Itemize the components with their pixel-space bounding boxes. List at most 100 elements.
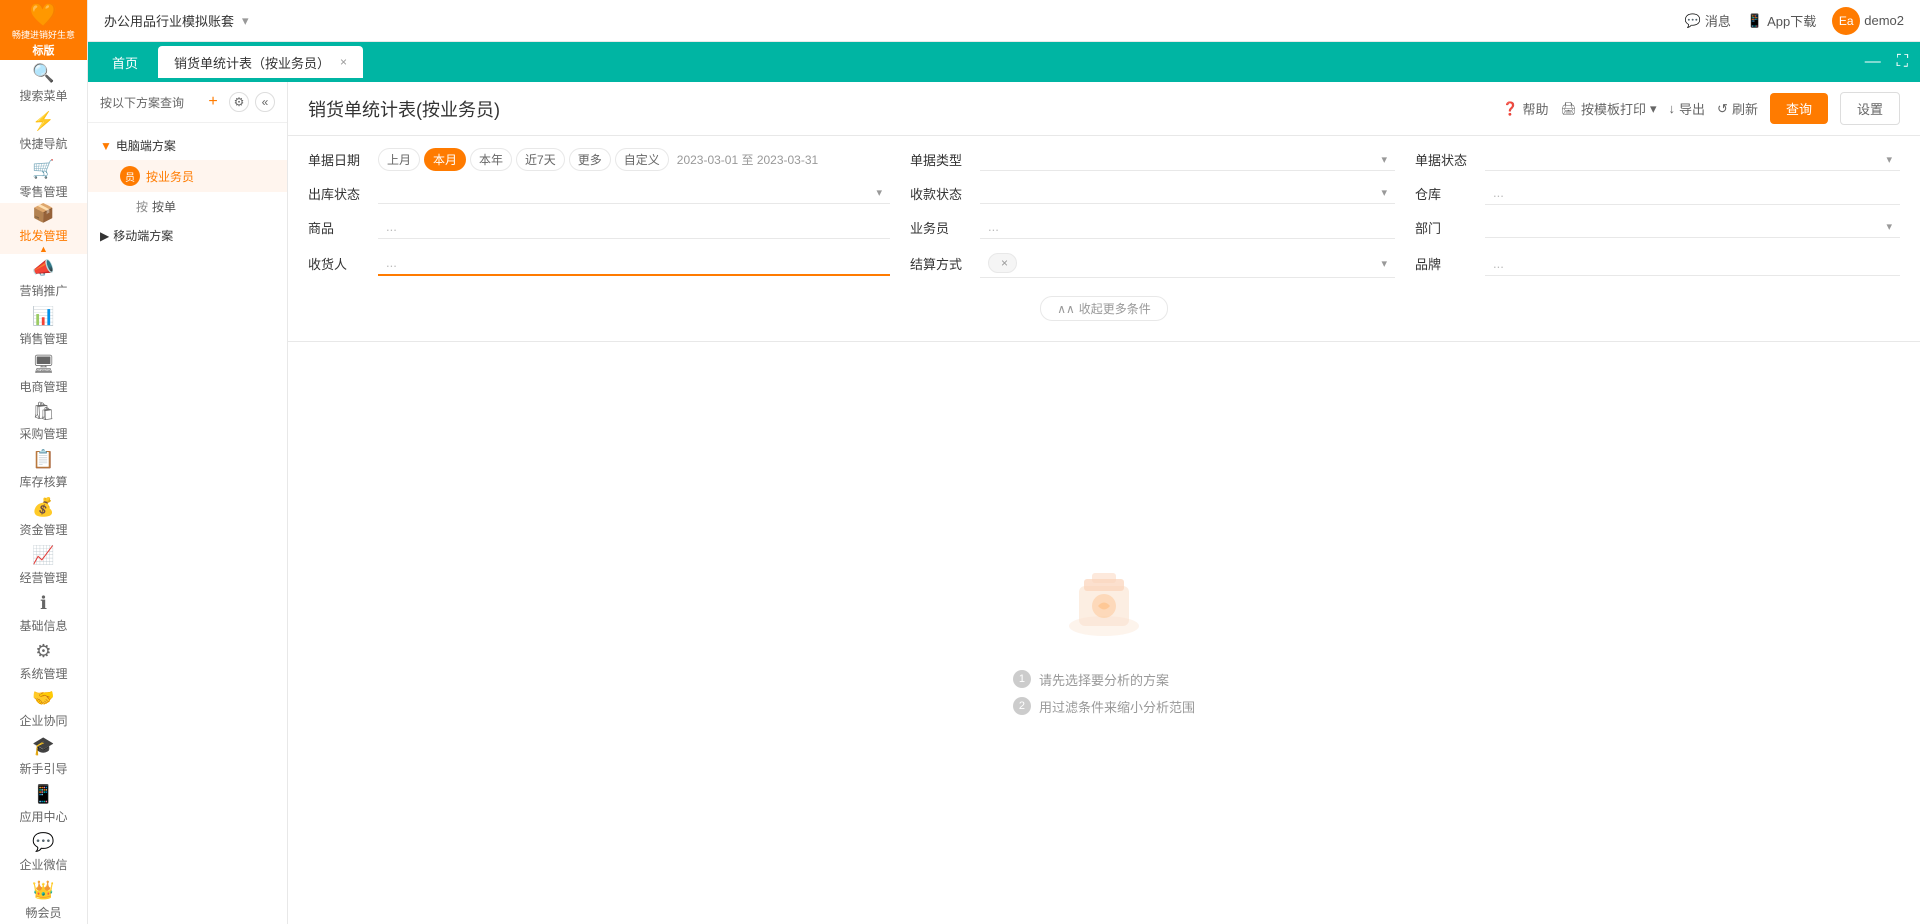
page-header: 销货单统计表(按业务员) ❓ 帮助 🖨 按模板打印 ▾ ↓ 导出 [288,82,1920,136]
refresh-btn[interactable]: ↺ 刷新 [1717,99,1758,118]
tree-item-by-salesperson[interactable]: 员 按业务员 [88,160,287,192]
help-btn[interactable]: ❓ 帮助 [1502,99,1548,118]
marketing-icon: 📣 [32,258,54,279]
message-label: 消息 [1705,11,1731,30]
pay-status-control[interactable]: ▾ [980,182,1395,204]
tab-minimize-btn[interactable]: — [1861,53,1885,71]
filter-row-3: 商品 ... 业务员 ... 部门 [308,215,1900,239]
tree-arrow-mobile: ▶ [100,229,109,243]
settlement-clear-icon[interactable]: × [1001,256,1008,270]
help-label: 帮助 [1522,99,1548,118]
tab-sales-stat[interactable]: 销货单统计表（按业务员） × [158,46,363,78]
username: demo2 [1864,13,1904,28]
date-filter-buttons: 上月 本月 本年 近7天 更多 自定义 2023-03-01 至 2023-03… [378,148,818,171]
filter-department: 部门 ▾ [1415,216,1900,238]
sidebar-item-enterprise[interactable]: 🤝 企业协同 [0,685,88,733]
sidebar-label-inventory: 库存核算 [19,473,67,490]
print-icon: 🖨 [1560,101,1577,117]
collapse-label: 收起更多条件 [1079,300,1151,317]
sidebar-item-basic-info[interactable]: ℹ 基础信息 [0,589,88,637]
collapse-btn[interactable]: ∧∧ 收起更多条件 [1040,296,1168,321]
sidebar-item-wecom[interactable]: 💬 企业微信 [0,828,88,876]
tree-item-by-order[interactable]: 按 按单 [88,192,287,221]
tree-group-mobile-text: 移动端方案 [113,227,173,244]
topbar: 办公用品行业模拟账套 ▾ 💬 消息 📱 App下载 Ea demo2 [88,0,1920,42]
collapse-bar: ∧∧ 收起更多条件 [308,288,1900,329]
basic-info-icon: ℹ [40,593,47,614]
query-btn[interactable]: 查询 [1770,93,1828,124]
member-icon: 👑 [32,880,54,901]
date-btn-this-month[interactable]: 本月 [424,148,466,171]
logo-text: 畅捷进销好生意 [12,30,75,42]
sidebar-item-ecommerce[interactable]: 🖥 电商管理 [0,350,88,398]
order-icon: 按 [136,198,148,215]
sidebar-item-search[interactable]: 🔍 搜索菜单 [0,60,88,108]
sidebar-item-operation[interactable]: 📈 经营管理 [0,541,88,589]
goods-control[interactable]: ... [378,215,890,239]
settings-btn[interactable]: 设置 [1840,92,1900,125]
system-icon: ⚙ [35,641,51,662]
sidebar-item-sales[interactable]: 📊 销售管理 [0,302,88,350]
warehouse-control[interactable]: ... [1485,181,1900,205]
sidebar-item-retail[interactable]: 🛒 零售管理 [0,156,88,204]
export-icon: ↓ [1669,101,1676,116]
tab-close-icon[interactable]: × [340,55,347,69]
left-panel-header-title: 按以下方案查询 [100,94,184,111]
sidebar-item-wholesale[interactable]: 📦 批发管理 ▲ [0,203,88,254]
edit-icon: ⚙ [234,95,245,109]
sidebar-item-system[interactable]: ⚙ 系统管理 [0,637,88,685]
edit-scheme-btn[interactable]: ⚙ [229,92,249,112]
tab-home[interactable]: 首页 [96,46,154,78]
filter-date: 单据日期 上月 本月 本年 近7天 更多 自定义 2023-03-01 至 20… [308,148,890,171]
add-scheme-btn[interactable]: + [203,92,223,112]
sidebar-item-app-center[interactable]: 📱 应用中心 [0,781,88,829]
sidebar-item-quick-nav[interactable]: ⚡ 快捷导航 [0,108,88,156]
topbar-dropdown-icon[interactable]: ▾ [242,13,249,29]
app-download-btn[interactable]: 📱 App下载 [1747,11,1816,30]
user-info[interactable]: Ea demo2 [1832,7,1904,35]
message-btn[interactable]: 💬 消息 [1685,11,1731,30]
sidebar-label-wholesale: 批发管理 [19,227,67,244]
sidebar-item-marketing[interactable]: 📣 营销推广 [0,254,88,302]
filter-salesperson: 业务员 ... [910,215,1395,239]
avatar: Ea [1832,7,1860,35]
department-control[interactable]: ▾ [1485,216,1900,238]
export-btn[interactable]: ↓ 导出 [1669,99,1706,118]
ship-status-control[interactable]: ▾ [378,182,890,204]
tree-arrow-desktop: ▼ [100,139,112,153]
tree-group-mobile-label[interactable]: ▶ 移动端方案 [88,221,287,250]
wholesale-expand-icon: ▲ [39,244,48,254]
doc-status-arrow: ▾ [1886,153,1892,166]
sidebar-item-finance[interactable]: 💰 资金管理 [0,494,88,542]
date-btn-this-year[interactable]: 本年 [470,148,512,171]
tree-group-desktop-label[interactable]: ▼ 电脑端方案 [88,131,287,160]
brand-label: 品牌 [1415,254,1485,273]
brand-control[interactable]: ... [1485,252,1900,276]
finance-icon: 💰 [32,497,54,518]
help-icon: ❓ [1502,101,1518,117]
filter-doc-status: 单据状态 ▾ [1415,149,1900,171]
doc-type-control[interactable]: ▾ [980,149,1395,171]
sidebar-label-app-center: 应用中心 [19,808,67,825]
date-btn-custom[interactable]: 自定义 [615,148,669,171]
consignee-label: 收货人 [308,254,378,273]
sidebar-item-inventory[interactable]: 📋 库存核算 [0,446,88,494]
tab-home-label: 首页 [112,53,138,72]
sidebar-item-purchase[interactable]: 🛍 采购管理 [0,398,88,446]
enterprise-icon: 🤝 [32,688,54,709]
filter-consignee: 收货人 ... [308,251,890,276]
consignee-control[interactable]: ... [378,251,890,276]
date-btn-more[interactable]: 更多 [569,148,611,171]
salesperson-control[interactable]: ... [980,215,1395,239]
date-btn-7days[interactable]: 近7天 [516,148,565,171]
print-btn[interactable]: 🖨 按模板打印 ▾ [1560,99,1656,118]
settlement-control[interactable]: × ▾ [980,249,1395,278]
empty-hints: 1 请先选择要分析的方案 2 用过滤条件来缩小分析范围 [1013,670,1195,716]
tab-maximize-btn[interactable]: ⛶ [1893,53,1912,71]
sidebar-item-guide[interactable]: 🎓 新手引导 [0,733,88,781]
doc-status-control[interactable]: ▾ [1485,149,1900,171]
sidebar-item-member[interactable]: 👑 畅会员 [0,876,88,924]
brand-placeholder: ... [1493,256,1504,271]
date-btn-last-month[interactable]: 上月 [378,148,420,171]
collapse-panel-btn[interactable]: « [255,92,275,112]
